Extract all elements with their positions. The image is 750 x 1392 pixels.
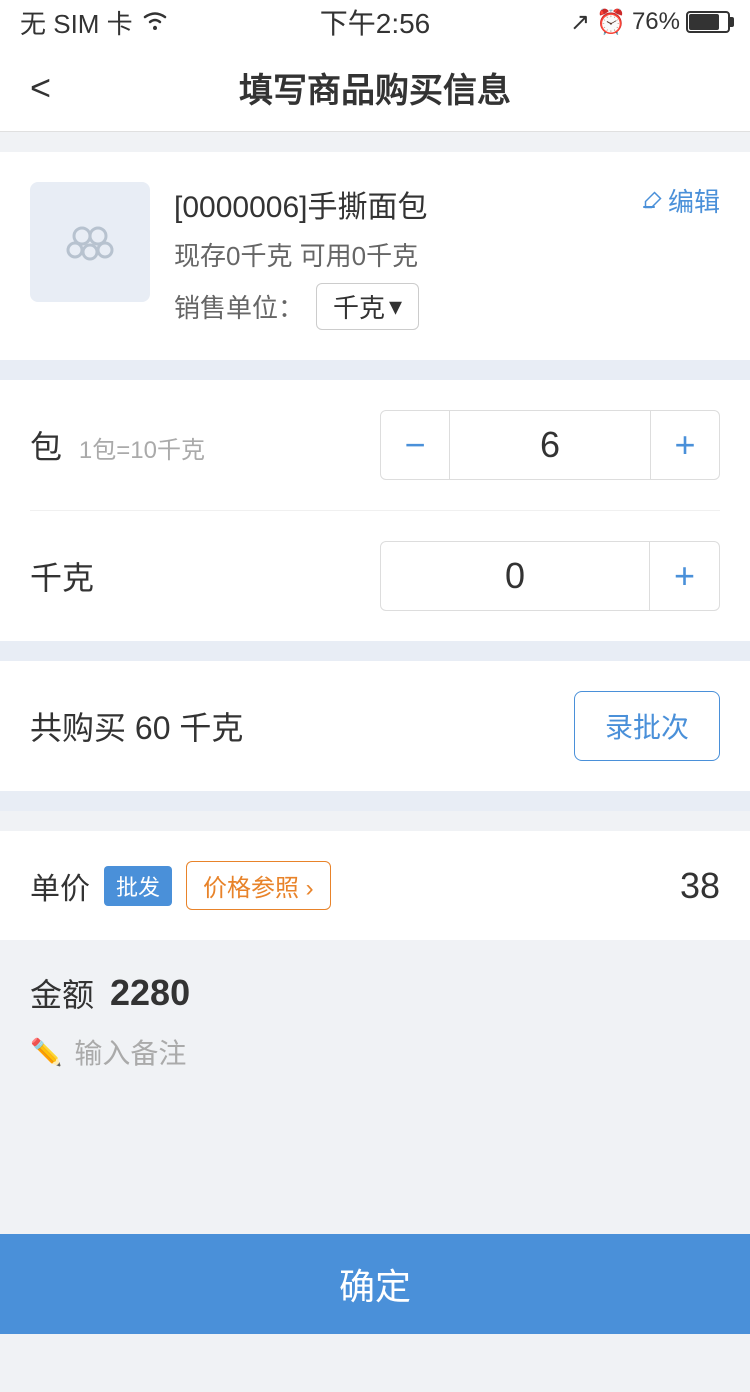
bag-input[interactable] xyxy=(450,410,650,480)
bag-minus-button[interactable]: − xyxy=(380,410,450,480)
price-value: 38 xyxy=(680,865,720,907)
battery-icon xyxy=(686,11,730,33)
kg-controls: + xyxy=(380,541,720,611)
separator-2 xyxy=(0,641,750,661)
status-right: ↗ ⏰ 76% xyxy=(570,8,730,37)
total-row: 共购买 60 千克 录批次 xyxy=(0,661,750,791)
status-time: 下午2:56 xyxy=(320,2,431,42)
location-icon: ↗ xyxy=(570,8,590,37)
kg-quantity-row: 千克 + xyxy=(30,511,720,641)
amount-label: 金额 xyxy=(30,970,94,1016)
bag-hint: 1包=10千克 xyxy=(79,437,205,464)
back-button[interactable]: < xyxy=(30,67,51,109)
remark-label: 输入备注 xyxy=(74,1032,186,1072)
price-ref-button[interactable]: 价格参照 › xyxy=(186,861,331,910)
remark-row[interactable]: ✏️ 输入备注 xyxy=(30,1032,720,1092)
product-image xyxy=(30,182,150,302)
kg-label: 千克 xyxy=(30,553,380,599)
wifi-icon xyxy=(141,7,169,38)
product-unit-row: 销售单位： 千克 ▾ xyxy=(174,283,720,330)
alarm-icon: ⏰ xyxy=(596,8,626,37)
price-label: 单价 xyxy=(30,864,90,908)
pencil-icon: ✏️ xyxy=(30,1037,62,1068)
status-bar: 无 SIM 卡 下午2:56 ↗ ⏰ 76% xyxy=(0,0,750,44)
price-section: 单价 批发 价格参照 › 38 xyxy=(0,831,750,940)
chevron-down-icon: ▾ xyxy=(389,291,402,322)
kg-plus-button[interactable]: + xyxy=(650,541,720,611)
bag-quantity-row: 包 1包=10千克 − + xyxy=(30,380,720,511)
separator-1 xyxy=(0,360,750,380)
kg-input[interactable] xyxy=(380,541,650,611)
unit-label: 销售单位： xyxy=(174,288,304,325)
product-info: [0000006]手撕面包 编辑 现存0千克 可用0千克 销售单位： 千克 ▾ xyxy=(174,182,720,330)
unit-select[interactable]: 千克 ▾ xyxy=(316,283,419,330)
total-label: 共购买 60 千克 xyxy=(30,703,243,749)
price-badge: 批发 xyxy=(104,866,172,906)
amount-section: 金额 2280 ✏️ 输入备注 xyxy=(0,940,750,1092)
batch-button[interactable]: 录批次 xyxy=(574,691,720,761)
quantity-section: 包 1包=10千克 − + 千克 + xyxy=(0,380,750,641)
amount-value: 2280 xyxy=(110,972,190,1014)
amount-row: 金额 2280 xyxy=(30,970,720,1016)
product-card: [0000006]手撕面包 编辑 现存0千克 可用0千克 销售单位： 千克 ▾ xyxy=(0,152,750,360)
product-stock: 现存0千克 可用0千克 xyxy=(174,236,720,273)
confirm-button[interactable]: 确定 xyxy=(0,1234,750,1334)
product-name: [0000006]手撕面包 xyxy=(174,182,427,226)
page-title: 填写商品购买信息 xyxy=(239,63,511,112)
nav-bar: < 填写商品购买信息 xyxy=(0,44,750,132)
status-left: 无 SIM 卡 xyxy=(20,4,169,41)
carrier-label: 无 SIM 卡 xyxy=(20,4,133,41)
separator-3 xyxy=(0,791,750,811)
battery-percent: 76% xyxy=(632,8,680,36)
bag-controls: − + xyxy=(380,410,720,480)
bag-plus-button[interactable]: + xyxy=(650,410,720,480)
edit-button[interactable]: 编辑 xyxy=(640,182,720,219)
price-left: 单价 批发 价格参照 › xyxy=(30,861,331,910)
price-row: 单价 批发 价格参照 › 38 xyxy=(30,861,720,910)
bag-label: 包 1包=10千克 xyxy=(30,422,380,468)
